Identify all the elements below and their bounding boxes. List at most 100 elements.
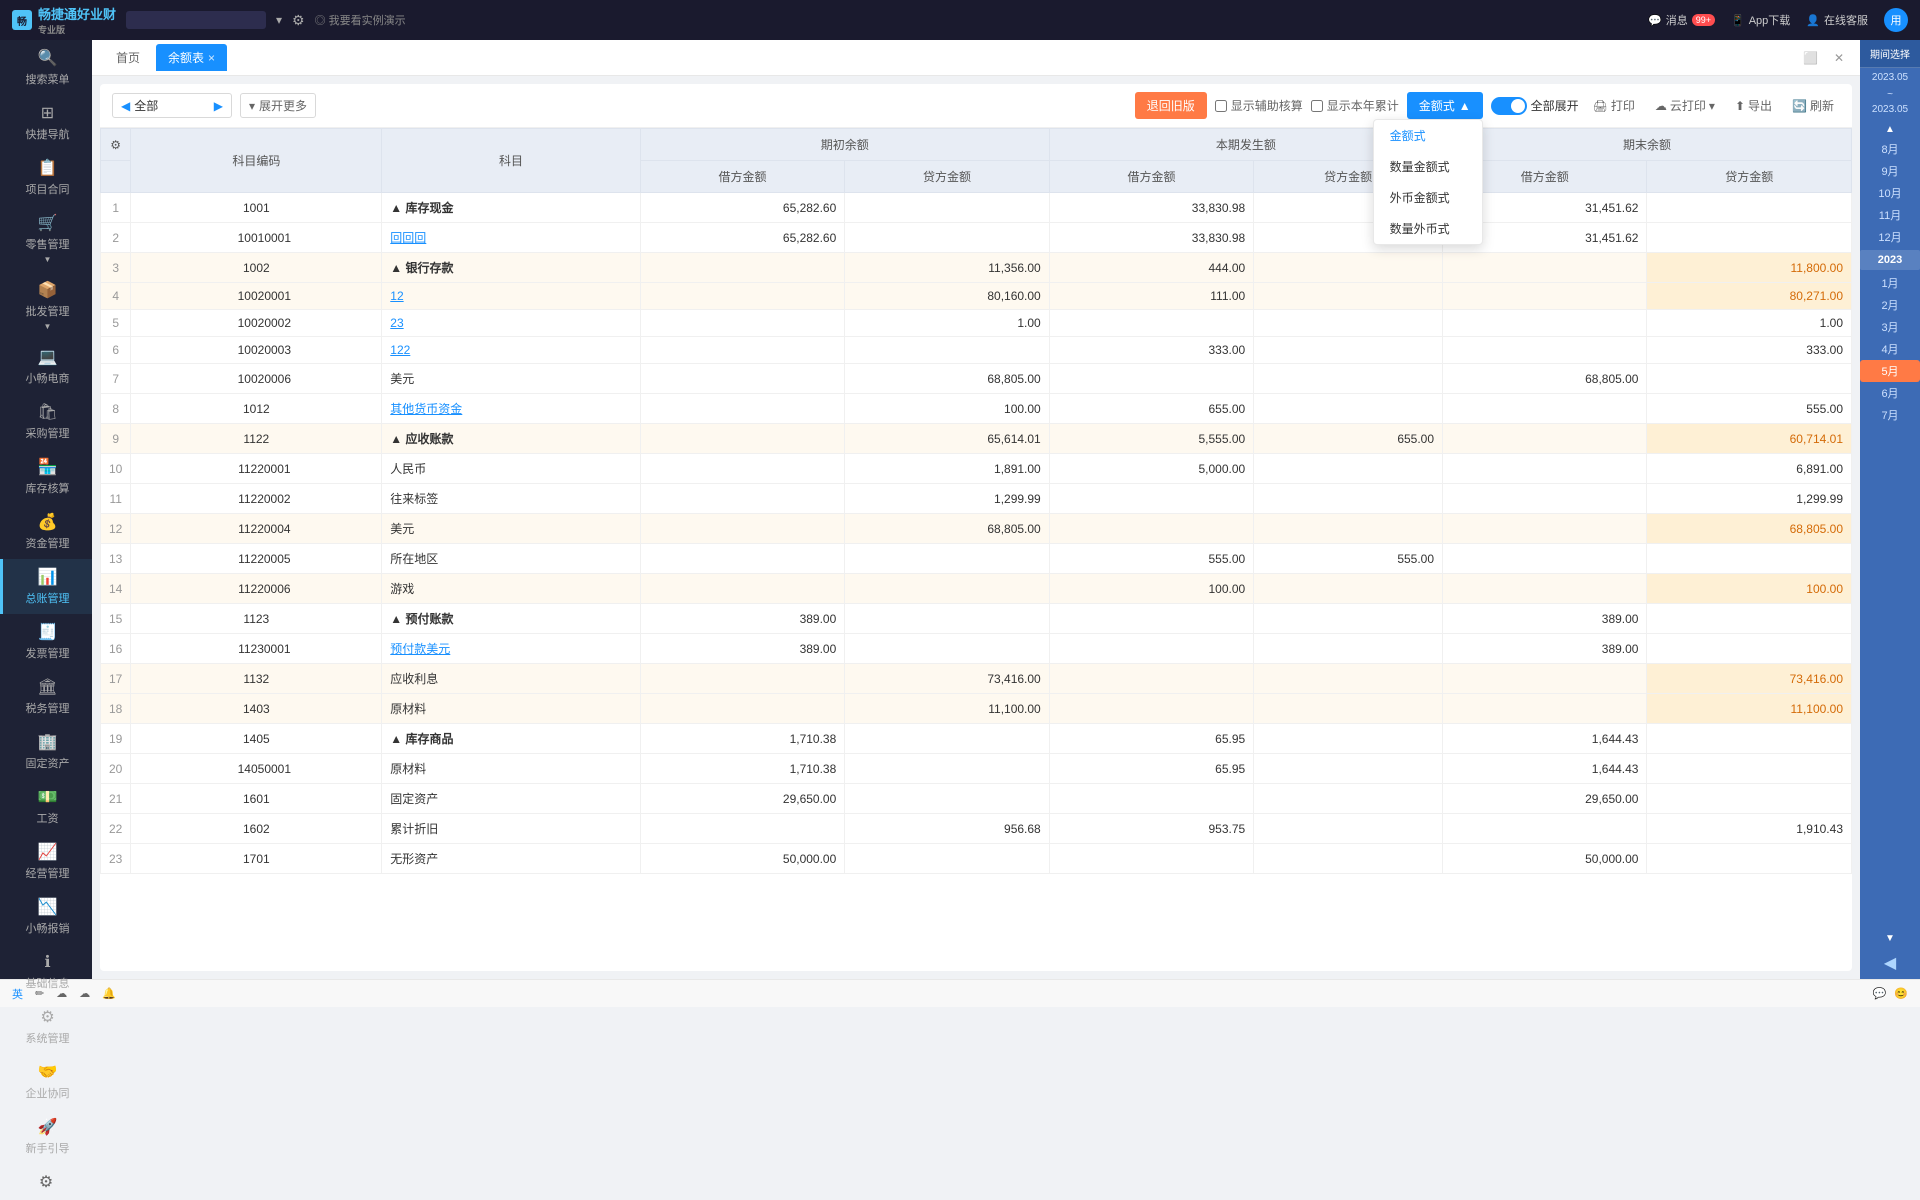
row-subject[interactable]: 12 (382, 283, 641, 310)
row-amount (1443, 514, 1647, 544)
period-title[interactable]: 期间选择 (1860, 40, 1920, 68)
row-amount (1254, 364, 1443, 394)
sidebar-item-quick-nav[interactable]: ⊞ 快捷导航 (0, 95, 92, 150)
row-amount: 444.00 (1049, 253, 1253, 283)
sidebar-item-wholesale[interactable]: 📦 批发管理 ▼ (0, 272, 92, 339)
expand-all-toggle[interactable]: 全部展开 (1491, 97, 1579, 115)
close-window-btn[interactable]: ✕ (1830, 49, 1848, 67)
period-collapse-btn[interactable]: ◀ (1878, 947, 1902, 979)
balance-sheet-tab[interactable]: 余额表 × (156, 44, 227, 71)
top-search-input[interactable] (126, 11, 266, 29)
settings-icon[interactable]: ⚙ (292, 12, 305, 29)
row-subject[interactable]: 23 (382, 310, 641, 337)
sidebar-item-fixed-asset[interactable]: 🏢 固定资产 (0, 724, 92, 779)
month-11[interactable]: 11月 (1860, 204, 1920, 226)
sidebar-item-invoice[interactable]: 🧾 发票管理 (0, 614, 92, 669)
lang-btn[interactable]: 英 (12, 986, 23, 1002)
month-1[interactable]: 1月 (1860, 272, 1920, 294)
amount-type-option-foreign[interactable]: 外币金额式 (1374, 182, 1482, 213)
export-btn[interactable]: ⬆ 导出 (1729, 93, 1778, 118)
search-dropdown[interactable]: ▾ (276, 13, 282, 27)
sidebar-item-ecommerce[interactable]: 💻 小畅电商 (0, 339, 92, 394)
sidebar-item-finance[interactable]: 💰 资金管理 (0, 504, 92, 559)
show-aux-check[interactable] (1215, 100, 1227, 112)
home-tab[interactable]: 首页 (104, 43, 152, 72)
amount-type-btn[interactable]: 金额式 ▲ (1407, 92, 1483, 119)
month-5[interactable]: 5月 (1860, 360, 1920, 382)
sidebar-settings-icon[interactable]: ⚙ (39, 1172, 53, 1192)
filter-prev-btn[interactable]: ◀ (121, 99, 130, 113)
message-btn[interactable]: 💬 消息 99+ (1648, 12, 1715, 28)
period-up-btn[interactable]: ▲ (1882, 121, 1898, 138)
show-year-label[interactable]: 显示本年累计 (1311, 97, 1399, 114)
sidebar-item-accounting[interactable]: 📊 总账管理 (0, 559, 92, 614)
month-9[interactable]: 9月 (1860, 160, 1920, 182)
row-num: 5 (101, 310, 131, 337)
month-4[interactable]: 4月 (1860, 338, 1920, 360)
sidebar-item-reports[interactable]: 📉 小畅报销 (0, 889, 92, 944)
row-subject[interactable]: 预付款美元 (382, 634, 641, 664)
sidebar-item-purchase[interactable]: 🛍 采购管理 (0, 394, 92, 449)
chat-icon[interactable]: 💬 (1873, 987, 1887, 1000)
refresh-btn[interactable]: 🔄 刷新 (1786, 93, 1840, 118)
month-3[interactable]: 3月 (1860, 316, 1920, 338)
row-subject[interactable]: 回回回 (382, 223, 641, 253)
demo-link[interactable]: ◎ 我要看实例演示 (315, 12, 406, 28)
row-amount: 65.95 (1049, 754, 1253, 784)
row-subject[interactable]: 122 (382, 337, 641, 364)
month-6[interactable]: 6月 (1860, 382, 1920, 404)
sidebar-item-cooperation[interactable]: 🤝 企业协同 (0, 1054, 92, 1109)
sidebar-item-business[interactable]: 📈 经营管理 (0, 834, 92, 889)
user-avatar[interactable]: 用 (1884, 8, 1908, 32)
amount-type-menu: 金额式 数量金额式 外币金额式 数量外币式 (1373, 119, 1483, 245)
row-amount (1443, 664, 1647, 694)
row-amount (845, 223, 1049, 253)
sidebar-item-search-menu[interactable]: 🔍 搜索菜单 (0, 40, 92, 95)
show-aux-label[interactable]: 显示辅助核算 (1215, 97, 1303, 114)
row-amount: 655.00 (1254, 424, 1443, 454)
row-subject[interactable]: 其他货币资金 (382, 394, 641, 424)
row-amount (845, 193, 1049, 223)
amount-type-option-qty-foreign[interactable]: 数量外币式 (1374, 213, 1482, 244)
app-download-btn[interactable]: 📱 App下载 (1731, 12, 1790, 28)
sidebar-item-system[interactable]: ⚙ 系统管理 (0, 999, 92, 1054)
row-code: 1123 (131, 604, 382, 634)
month-7[interactable]: 7月 (1860, 404, 1920, 426)
row-amount (640, 694, 844, 724)
month-8[interactable]: 8月 (1860, 138, 1920, 160)
restore-btn[interactable]: ⬜ (1799, 49, 1822, 67)
row-amount: 68,805.00 (845, 364, 1049, 394)
sidebar-item-tax[interactable]: 🏛 税务管理 (0, 669, 92, 724)
expand-more-btn[interactable]: ▾ 展开更多 (240, 93, 316, 118)
cloud-print-btn[interactable]: ☁ 云打印 ▾ (1649, 93, 1721, 118)
filter-next-btn[interactable]: ▶ (214, 99, 223, 113)
sidebar-label: 发票管理 (26, 645, 70, 661)
expand-all-switch[interactable] (1491, 97, 1527, 115)
sidebar-item-salary[interactable]: 💵 工资 (0, 779, 92, 834)
year-2023[interactable]: 2023 (1860, 250, 1920, 270)
period-down-btn[interactable]: ▼ (1882, 930, 1898, 947)
row-amount: 11,800.00 (1647, 253, 1852, 283)
amount-type-option-amount[interactable]: 金额式 (1374, 120, 1482, 151)
sidebar-item-retail[interactable]: 🛒 零售管理 ▼ (0, 205, 92, 272)
row-amount (1647, 604, 1852, 634)
print-btn[interactable]: 🖨 打印 (1587, 93, 1641, 118)
col-settings[interactable]: ⚙ (101, 129, 131, 161)
sidebar-item-guide[interactable]: 🚀 新手引导 (0, 1109, 92, 1164)
row-amount: 60,714.01 (1647, 424, 1852, 454)
row-code: 1122 (131, 424, 382, 454)
month-12[interactable]: 12月 (1860, 226, 1920, 248)
amount-type-option-qty-amount[interactable]: 数量金额式 (1374, 151, 1482, 182)
online-service-btn[interactable]: 👤 在线客服 (1806, 12, 1868, 28)
return-old-btn[interactable]: 退回旧版 (1135, 92, 1207, 119)
sidebar-item-inventory[interactable]: 🏪 库存核算 (0, 449, 92, 504)
show-year-check[interactable] (1311, 100, 1323, 112)
month-2[interactable]: 2月 (1860, 294, 1920, 316)
row-num: 3 (101, 253, 131, 283)
table-row: 151123▲ 预付账款389.00389.00 (101, 604, 1852, 634)
row-code: 11220001 (131, 454, 382, 484)
month-10[interactable]: 10月 (1860, 182, 1920, 204)
tab-close-btn[interactable]: × (208, 51, 215, 65)
row-amount (1443, 394, 1647, 424)
sidebar-item-project[interactable]: 📋 项目合同 (0, 150, 92, 205)
